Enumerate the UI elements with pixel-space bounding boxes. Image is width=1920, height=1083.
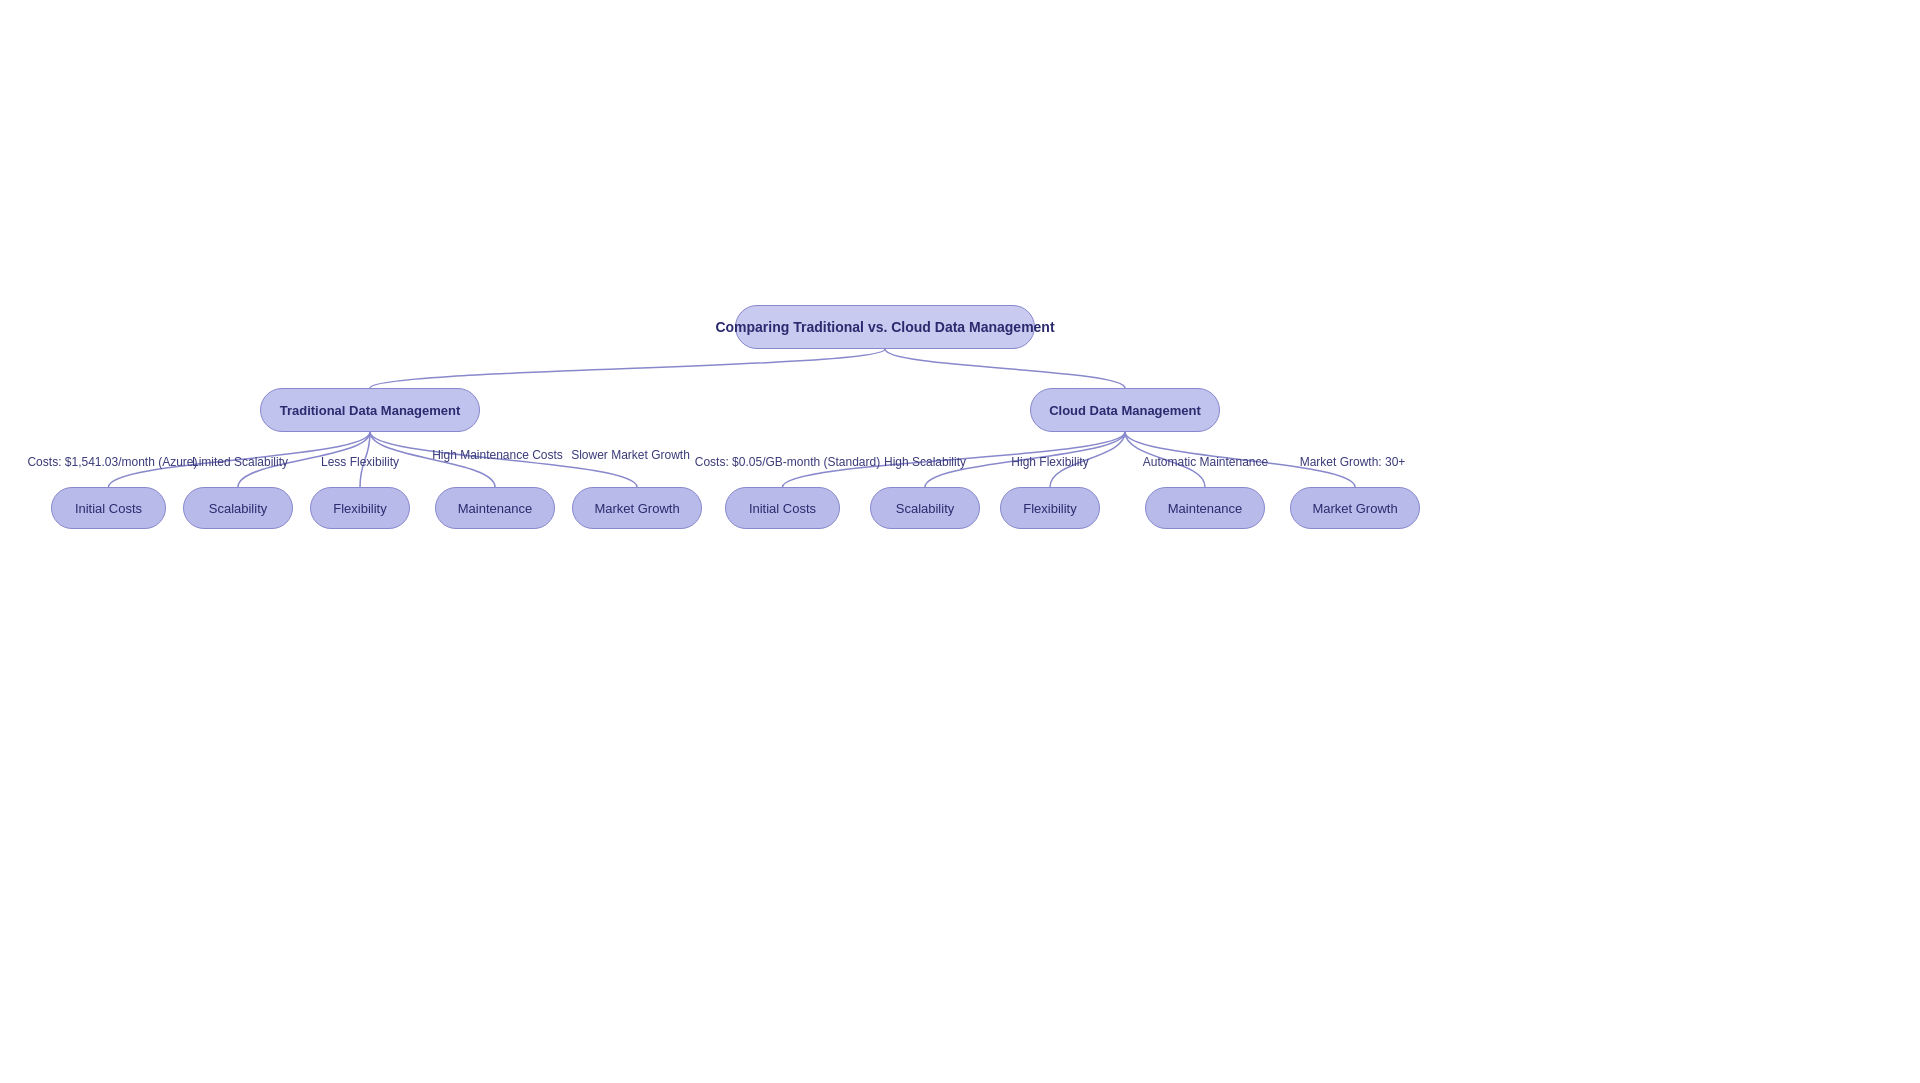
trad-flex-label: Less Flexibility — [295, 455, 425, 469]
cloud-node: Cloud Data Management — [1030, 388, 1220, 432]
cloud-cost-node: Initial Costs — [725, 487, 840, 529]
cloud-maint-node: Maintenance — [1145, 487, 1265, 529]
root-node: Comparing Traditional vs. Cloud Data Man… — [735, 305, 1035, 349]
cloud-label: Cloud Data Management — [1049, 403, 1201, 418]
trad-maint-node: Maintenance — [435, 487, 555, 529]
trad-flex-node: Flexibility — [310, 487, 410, 529]
cloud-mkt-node: Market Growth — [1290, 487, 1420, 529]
trad-scal-label: Limited Scalability — [170, 455, 310, 469]
root-label: Comparing Traditional vs. Cloud Data Man… — [715, 319, 1054, 335]
cloud-maint-label: Automatic Maintenance — [1128, 455, 1283, 469]
cloud-scal-label: High Scalability — [855, 455, 995, 469]
trad-mkt-label: Slower Market Growth — [548, 448, 713, 462]
trad-mkt-node: Market Growth — [572, 487, 702, 529]
cloud-mkt-label: Market Growth: 30+ — [1270, 455, 1435, 469]
diagram-container: Comparing Traditional vs. Cloud Data Man… — [0, 0, 1920, 1083]
cloud-flex-label: High Flexibility — [985, 455, 1115, 469]
trad-scal-node: Scalability — [183, 487, 293, 529]
cloud-flex-node: Flexibility — [1000, 487, 1100, 529]
traditional-node: Traditional Data Management — [260, 388, 480, 432]
connections-svg — [0, 0, 1920, 1083]
cloud-scal-node: Scalability — [870, 487, 980, 529]
trad-cost-node: Initial Costs — [51, 487, 166, 529]
traditional-label: Traditional Data Management — [280, 403, 461, 418]
